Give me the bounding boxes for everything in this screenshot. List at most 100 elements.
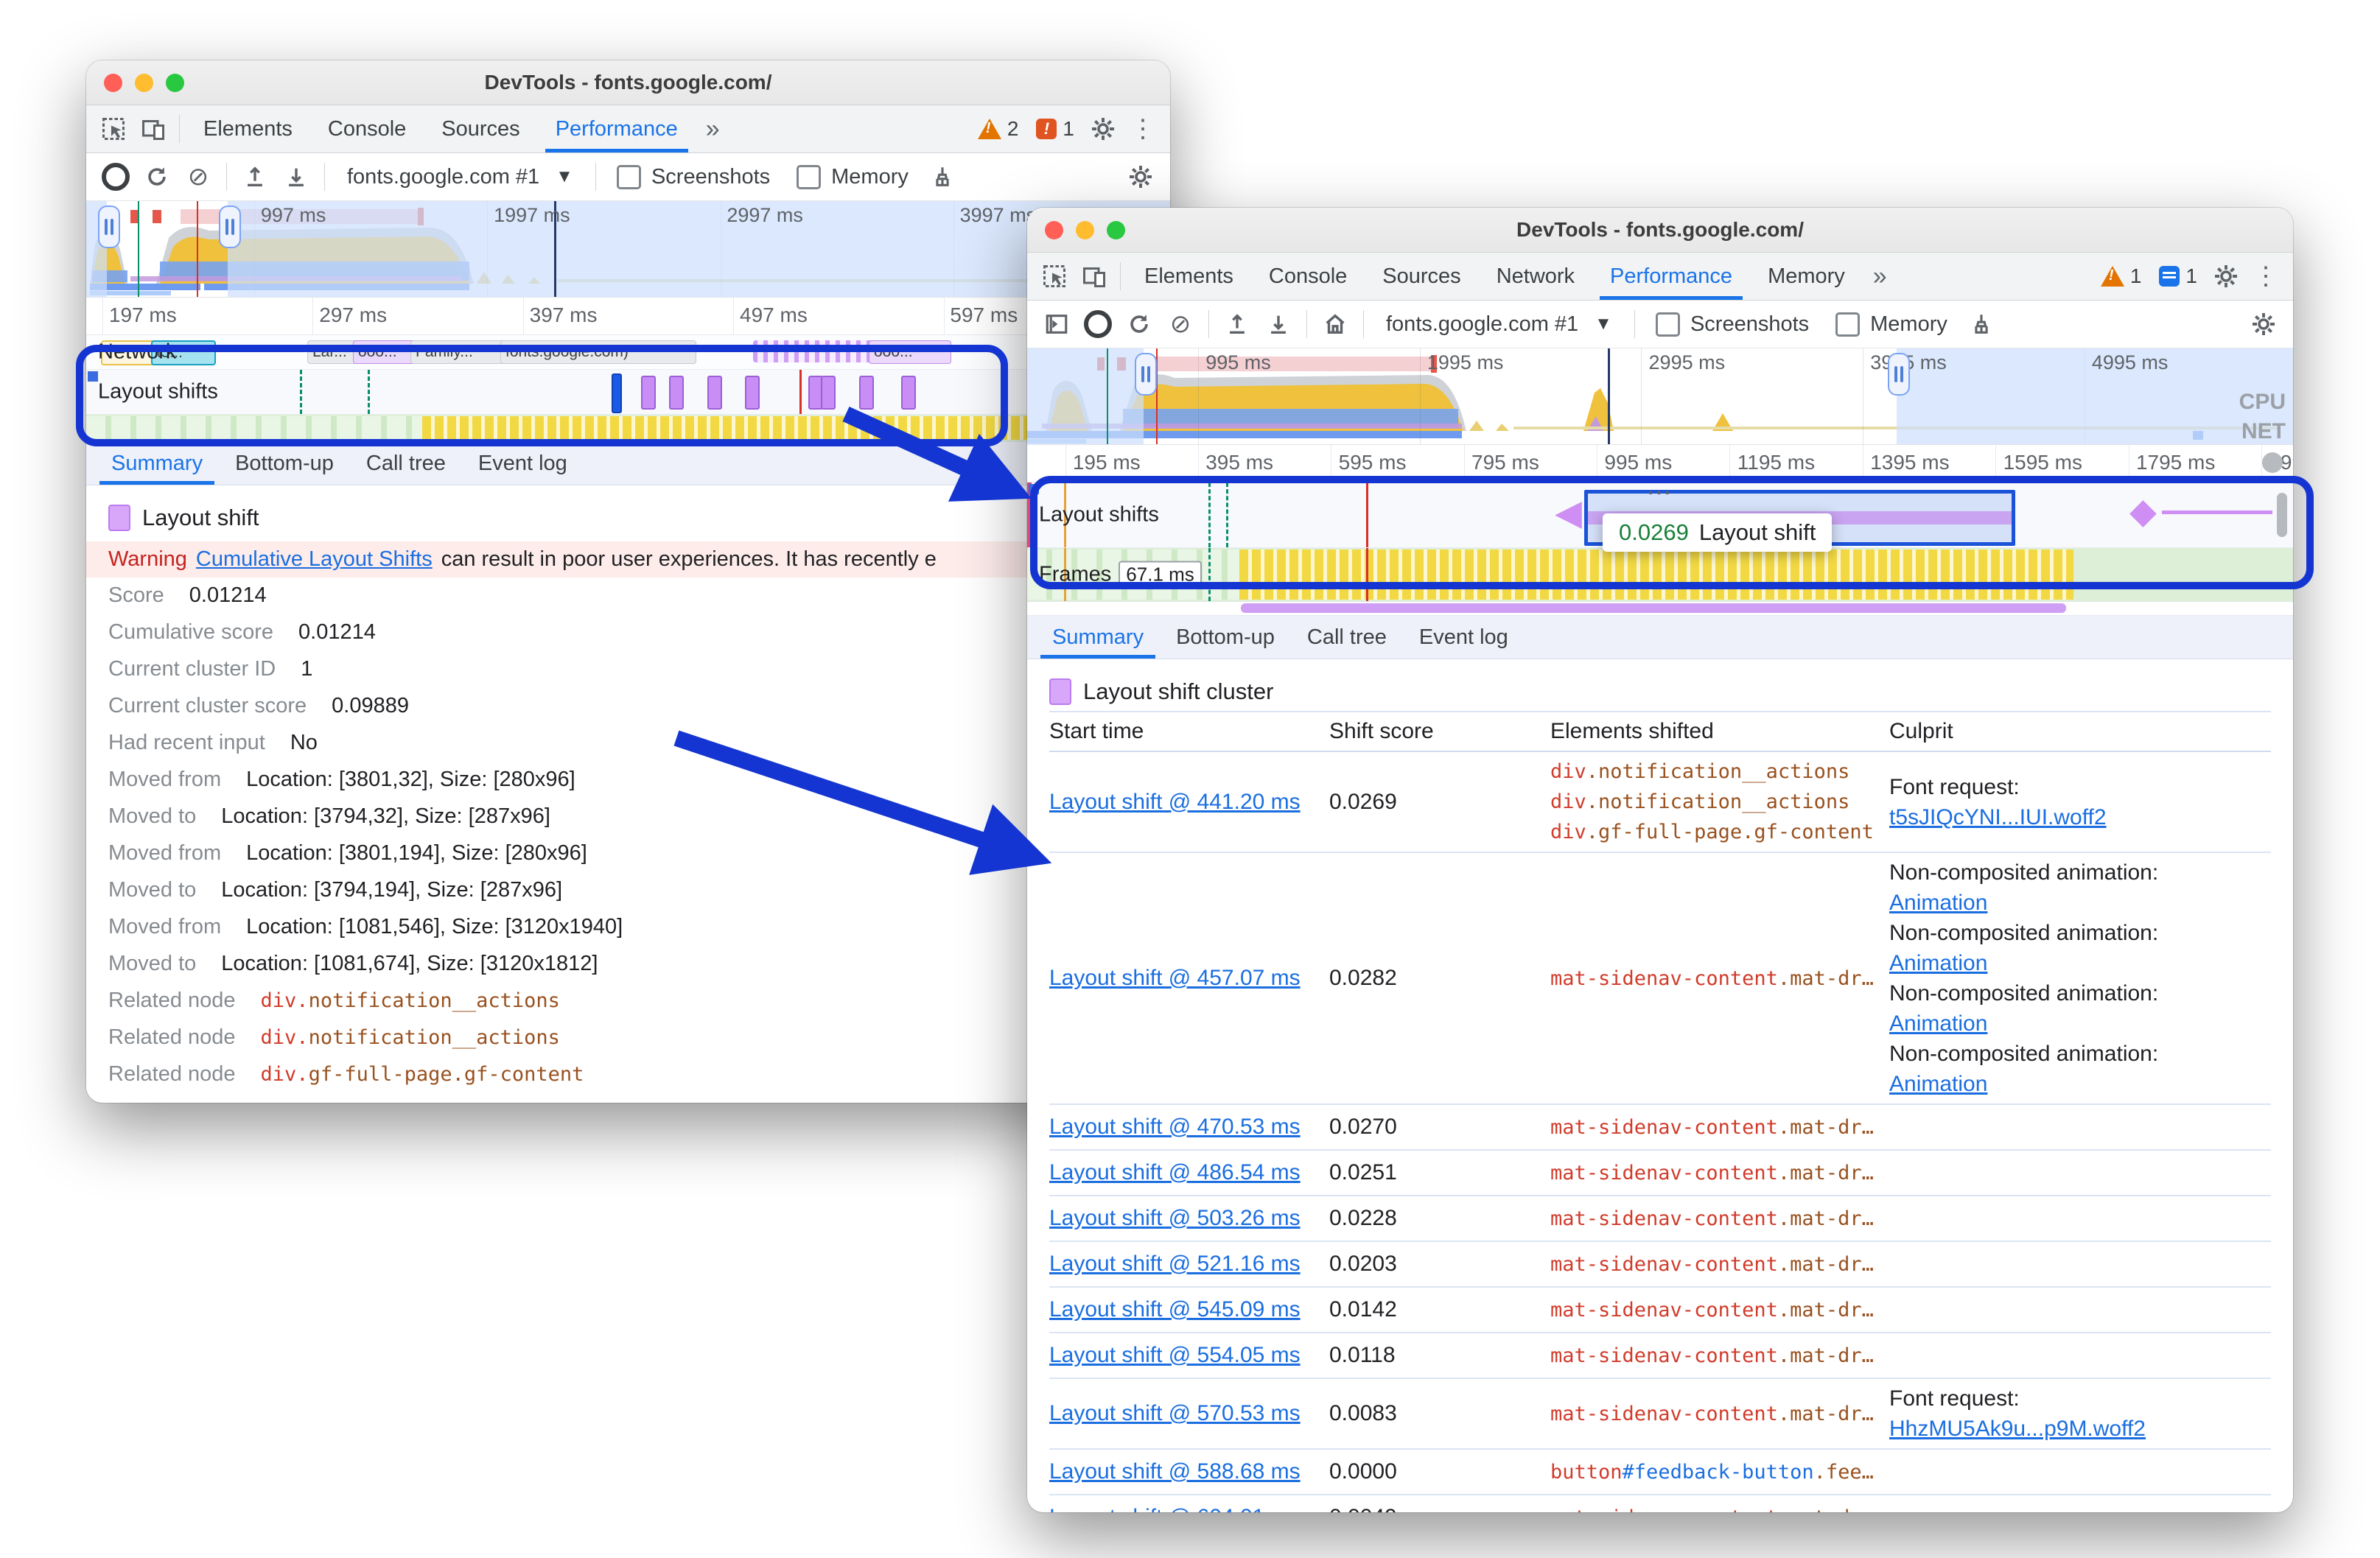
layout-shift-bar[interactable] <box>901 376 917 410</box>
inspect-element-icon[interactable] <box>94 112 133 146</box>
tab-network[interactable]: Network <box>1479 253 1592 300</box>
tab-call-tree[interactable]: Call tree <box>1291 616 1403 659</box>
record-icon[interactable] <box>1079 306 1117 342</box>
frames-track[interactable] <box>86 415 1170 442</box>
close-button[interactable] <box>1045 220 1063 239</box>
tab-event-log[interactable]: Event log <box>1403 616 1525 659</box>
layout-shift-link[interactable]: Layout shift @ 588.68 ms <box>1049 1459 1301 1484</box>
layout-shift-link[interactable]: Layout shift @ 470.53 ms <box>1049 1115 1301 1139</box>
warnings-badge[interactable]: 1 <box>2092 264 2151 288</box>
tab-memory[interactable]: Memory <box>1750 253 1863 300</box>
screenshots-checkbox[interactable]: Screenshots <box>1644 312 1821 337</box>
more-tabs-icon[interactable]: » <box>696 105 730 152</box>
scrollbar-thumb[interactable] <box>2277 493 2287 537</box>
field-node-value[interactable]: div.notification__actions <box>261 989 560 1012</box>
selection-handle-right[interactable] <box>219 206 241 248</box>
kebab-menu-icon[interactable]: ⋮ <box>1123 112 1163 146</box>
selection-handle-left[interactable] <box>1135 353 1157 396</box>
tab-call-tree[interactable]: Call tree <box>350 442 462 485</box>
garbage-collect-icon[interactable] <box>1962 306 2001 342</box>
device-toolbar-icon[interactable] <box>1074 259 1114 293</box>
layout-shift-bar[interactable] <box>707 376 722 410</box>
selection-handle-left[interactable] <box>98 206 120 248</box>
timeline-overview[interactable]: CPU NET 995 ms1995 ms2995 ms3995 ms4995 … <box>1027 348 2293 445</box>
titlebar[interactable]: DevTools - fonts.google.com/ <box>1027 208 2293 253</box>
tab-performance[interactable]: Performance <box>538 105 696 152</box>
zoom-button[interactable] <box>1107 220 1125 239</box>
load-profile-icon[interactable] <box>1218 306 1256 342</box>
layout-shift-link[interactable]: Layout shift @ 486.54 ms <box>1049 1160 1301 1185</box>
frames-track[interactable]: Frames 67.1 ms <box>1027 548 2293 602</box>
save-profile-icon[interactable] <box>1259 306 1298 342</box>
tab-console[interactable]: Console <box>1251 253 1365 300</box>
clear-icon[interactable]: ⊘ <box>1161 306 1200 342</box>
field-node-value[interactable]: div.gf-full-page.gf-content <box>261 1063 584 1086</box>
culprit-link[interactable]: Animation <box>1889 951 1987 975</box>
culprit-link[interactable]: Animation <box>1889 1072 1987 1096</box>
zoom-button[interactable] <box>166 73 184 92</box>
reload-and-record-icon[interactable] <box>138 159 176 194</box>
memory-checkbox[interactable]: Memory <box>1824 312 1959 337</box>
tab-performance[interactable]: Performance <box>1592 253 1750 300</box>
network-request-block[interactable] <box>753 340 874 362</box>
memory-checkbox[interactable]: Memory <box>785 164 920 189</box>
garbage-collect-icon[interactable] <box>923 159 962 194</box>
load-profile-icon[interactable] <box>236 159 274 194</box>
layout-shift-bar[interactable] <box>641 376 657 410</box>
layout-shift-link[interactable]: Layout shift @ 545.09 ms <box>1049 1297 1301 1322</box>
timeline-ruler[interactable]: 197 ms 297 ms 397 ms 497 ms 597 ms <box>86 298 1170 335</box>
cls-doc-link[interactable]: Cumulative Layout Shifts <box>196 547 433 572</box>
tab-summary[interactable]: Summary <box>95 442 219 485</box>
layout-shift-link[interactable]: Layout shift @ 554.05 ms <box>1049 1343 1301 1367</box>
reload-and-record-icon[interactable] <box>1120 306 1158 342</box>
scrollbar-dot[interactable] <box>2262 452 2283 473</box>
tab-elements[interactable]: Elements <box>1127 253 1251 300</box>
layout-shift-bar[interactable] <box>821 376 836 410</box>
layout-shift-link[interactable]: Layout shift @ 441.20 ms <box>1049 790 1301 814</box>
timeline-overview[interactable]: 997 ms1997 ms2997 ms3997 ms4997 ms <box>86 201 1170 298</box>
layout-shift-bar[interactable] <box>669 376 685 410</box>
tab-elements[interactable]: Elements <box>186 105 310 152</box>
messages-badge[interactable]: 1 <box>2150 264 2206 288</box>
screenshots-checkbox[interactable]: Screenshots <box>605 164 782 189</box>
culprit-link[interactable]: Animation <box>1889 891 1987 915</box>
minimize-button[interactable] <box>135 73 153 92</box>
layout-shift-link[interactable]: Layout shift @ 503.26 ms <box>1049 1206 1301 1230</box>
save-profile-icon[interactable] <box>277 159 315 194</box>
timeline-ruler[interactable]: 195 ms 395 ms 595 ms 795 ms 995 ms 1195 ms 139… <box>1027 445 2293 483</box>
layout-shift-bar[interactable] <box>858 376 874 410</box>
layout-shift-link[interactable]: Layout shift @ 521.16 ms <box>1049 1252 1301 1276</box>
track-expander-icon[interactable] <box>1029 484 1039 494</box>
animation-bar[interactable] <box>1241 603 2066 613</box>
settings-gear-icon[interactable] <box>1083 112 1123 146</box>
layout-shift-link[interactable]: Layout shift @ 570.53 ms <box>1049 1401 1301 1425</box>
layout-shift-link[interactable]: Layout shift @ 604.01 ms <box>1049 1505 1301 1512</box>
shift-diamond-icon[interactable]: ◆ <box>2129 494 2157 530</box>
tab-bottom-up[interactable]: Bottom-up <box>1160 616 1291 659</box>
network-request-block[interactable]: Family... <box>410 340 508 364</box>
profile-select[interactable]: fonts.google.com #1 ▼ <box>1373 312 1625 337</box>
layout-shifts-track[interactable]: Layout shifts <box>86 370 1170 415</box>
tab-event-log[interactable]: Event log <box>462 442 584 485</box>
tab-sources[interactable]: Sources <box>1365 253 1478 300</box>
more-tabs-icon[interactable]: » <box>1863 253 1897 300</box>
network-request-block[interactable]: ooo... <box>869 340 951 364</box>
home-icon[interactable] <box>1316 306 1354 342</box>
selection-handle-right[interactable] <box>1888 353 1910 396</box>
close-button[interactable] <box>104 73 122 92</box>
inspect-element-icon[interactable] <box>1035 259 1074 293</box>
minimize-button[interactable] <box>1076 220 1094 239</box>
kebab-menu-icon[interactable]: ⋮ <box>2246 259 2286 293</box>
network-request-block[interactable]: fonts.google.com) <box>500 340 696 364</box>
culprit-link[interactable]: HhzMU5Ak9u...p9M.woff2 <box>1889 1417 2146 1441</box>
layout-shift-bar[interactable] <box>745 376 760 410</box>
clear-icon[interactable]: ⊘ <box>179 159 217 194</box>
selected-layout-shift-bar[interactable] <box>612 373 623 413</box>
capture-settings-gear-icon[interactable] <box>1121 159 1160 194</box>
warnings-badge[interactable]: 2 <box>969 117 1028 141</box>
device-toolbar-icon[interactable] <box>133 112 173 146</box>
titlebar[interactable]: DevTools - fonts.google.com/ <box>86 60 1170 105</box>
track-expander-icon[interactable] <box>88 371 98 382</box>
tab-bottom-up[interactable]: Bottom-up <box>219 442 350 485</box>
culprit-link[interactable]: t5sJIQcYNI...IUI.woff2 <box>1889 805 2107 829</box>
